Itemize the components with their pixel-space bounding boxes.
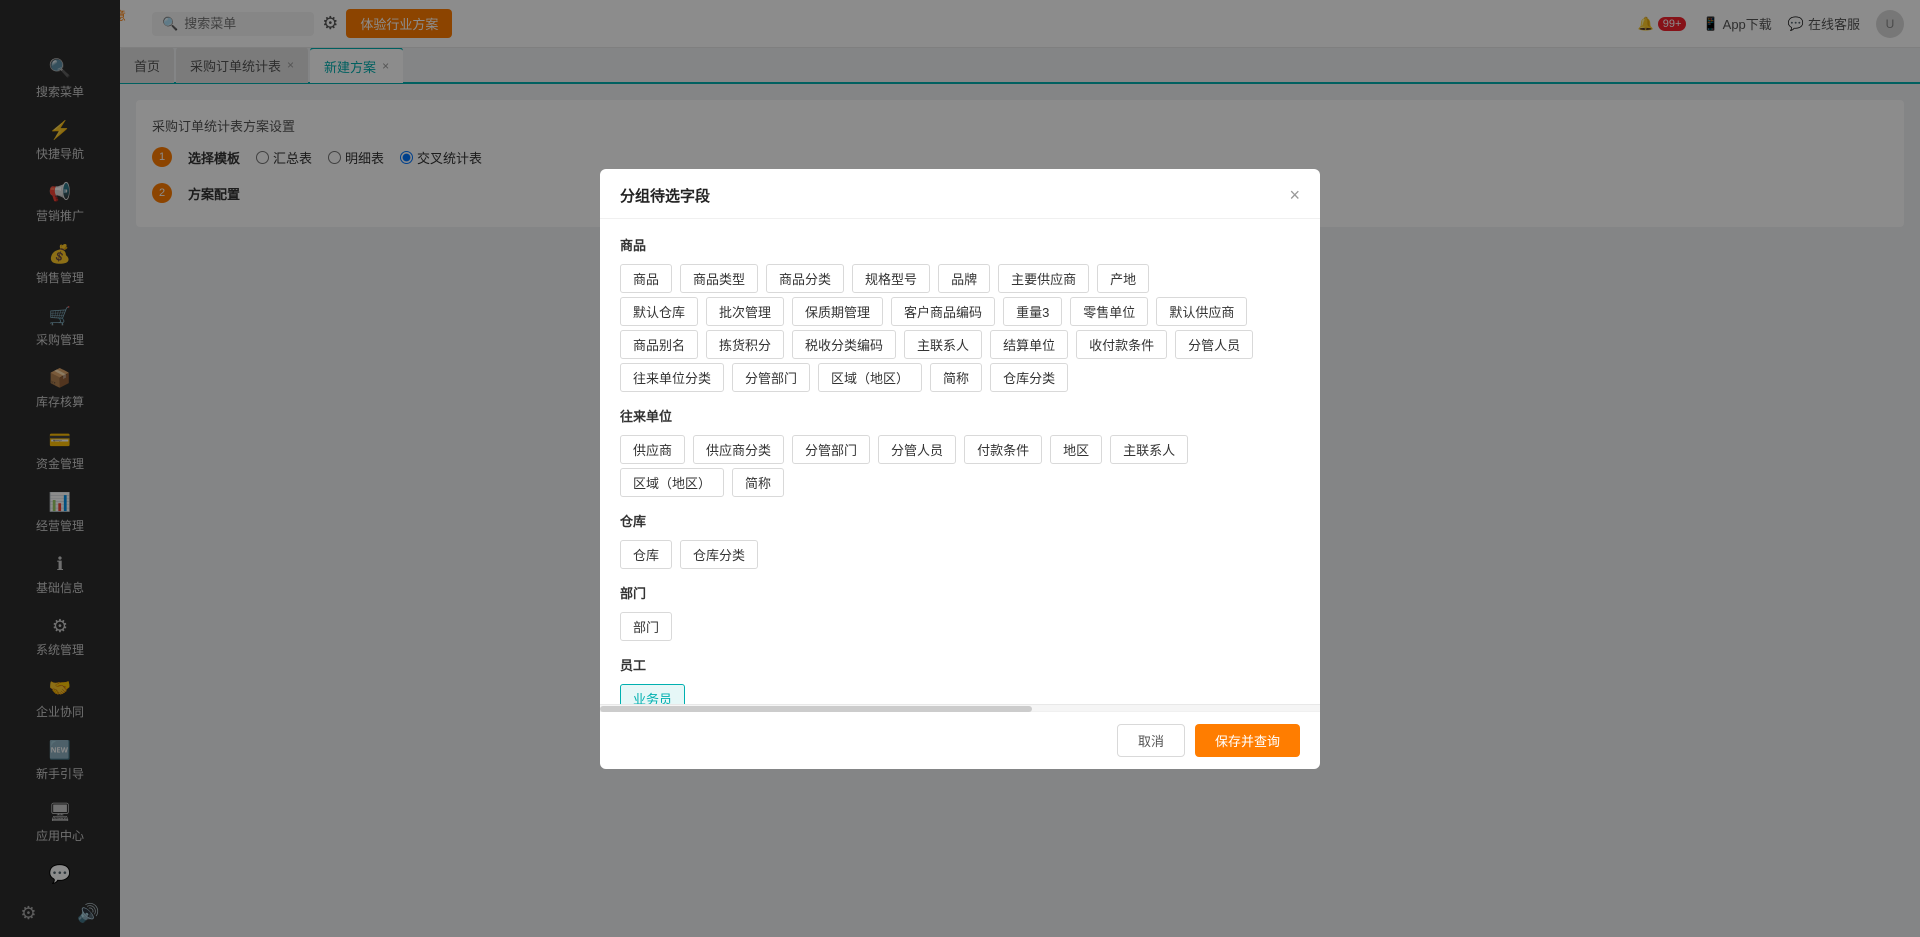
field-tag[interactable]: 商品别名 bbox=[620, 330, 698, 359]
field-grid-product: 商品 商品类型 商品分类 规格型号 品牌 主要供应商 产地 bbox=[620, 264, 1300, 293]
field-tag[interactable]: 主联系人 bbox=[904, 330, 982, 359]
field-tag[interactable]: 付款条件 bbox=[964, 435, 1042, 464]
dialog-title: 分组待选字段 bbox=[620, 185, 710, 206]
field-tag[interactable]: 商品分类 bbox=[766, 264, 844, 293]
field-tag[interactable]: 简称 bbox=[930, 363, 982, 392]
dialog-close-icon[interactable]: × bbox=[1289, 186, 1300, 204]
field-tag[interactable]: 保质期管理 bbox=[792, 297, 883, 326]
field-grid-warehouse: 仓库 仓库分类 bbox=[620, 540, 1300, 569]
field-tag-selected[interactable]: 业务员 bbox=[620, 684, 685, 705]
field-grid-staff: 业务员 bbox=[620, 684, 1300, 705]
field-tag[interactable]: 分管部门 bbox=[792, 435, 870, 464]
field-tag[interactable]: 部门 bbox=[620, 612, 672, 641]
section-title-staff: 员工 bbox=[620, 655, 1300, 674]
section-title-partner: 往来单位 bbox=[620, 406, 1300, 425]
field-tag[interactable]: 区域（地区） bbox=[818, 363, 922, 392]
field-tag[interactable]: 默认仓库 bbox=[620, 297, 698, 326]
field-tag[interactable]: 产地 bbox=[1097, 264, 1149, 293]
field-tag[interactable]: 客户商品编码 bbox=[891, 297, 995, 326]
field-tag[interactable]: 规格型号 bbox=[852, 264, 930, 293]
field-tag[interactable]: 分管部门 bbox=[732, 363, 810, 392]
field-grid-partner: 供应商 供应商分类 分管部门 分管人员 付款条件 地区 主联系人 bbox=[620, 435, 1300, 464]
modal-overlay: 分组待选字段 × 商品 商品 商品类型 商品分类 规格型号 品牌 主要供应商 产… bbox=[0, 0, 1920, 937]
field-tag[interactable]: 批次管理 bbox=[706, 297, 784, 326]
field-grid-product-3: 商品别名 拣货积分 税收分类编码 主联系人 结算单位 收付款条件 分管人员 bbox=[620, 330, 1300, 359]
dialog-hscroll-thumb bbox=[600, 706, 1032, 712]
field-tag[interactable]: 零售单位 bbox=[1070, 297, 1148, 326]
field-tag[interactable]: 区域（地区） bbox=[620, 468, 724, 497]
field-tag[interactable]: 仓库 bbox=[620, 540, 672, 569]
section-title-dept: 部门 bbox=[620, 583, 1300, 602]
field-tag[interactable]: 仓库分类 bbox=[680, 540, 758, 569]
field-tag[interactable]: 收付款条件 bbox=[1076, 330, 1167, 359]
field-grid-product-4: 往来单位分类 分管部门 区域（地区） 简称 仓库分类 bbox=[620, 363, 1300, 392]
field-tag[interactable]: 拣货积分 bbox=[706, 330, 784, 359]
section-title-warehouse: 仓库 bbox=[620, 511, 1300, 530]
field-grid-dept: 部门 bbox=[620, 612, 1300, 641]
field-tag[interactable]: 仓库分类 bbox=[990, 363, 1068, 392]
field-tag[interactable]: 分管人员 bbox=[1175, 330, 1253, 359]
field-tag[interactable]: 税收分类编码 bbox=[792, 330, 896, 359]
field-grid-product-2: 默认仓库 批次管理 保质期管理 客户商品编码 重量3 零售单位 默认供应商 bbox=[620, 297, 1300, 326]
field-tag[interactable]: 简称 bbox=[732, 468, 784, 497]
field-tag[interactable]: 供应商 bbox=[620, 435, 685, 464]
dialog-horizontal-scrollbar[interactable] bbox=[600, 704, 1320, 710]
field-tag[interactable]: 商品类型 bbox=[680, 264, 758, 293]
field-grid-partner-2: 区域（地区） 简称 bbox=[620, 468, 1300, 497]
field-tag[interactable]: 商品 bbox=[620, 264, 672, 293]
field-tag[interactable]: 主要供应商 bbox=[998, 264, 1089, 293]
dialog-header: 分组待选字段 × bbox=[600, 169, 1320, 219]
field-tag[interactable]: 品牌 bbox=[938, 264, 990, 293]
field-tag[interactable]: 供应商分类 bbox=[693, 435, 784, 464]
field-tag[interactable]: 主联系人 bbox=[1110, 435, 1188, 464]
field-tag[interactable]: 默认供应商 bbox=[1156, 297, 1247, 326]
cancel-button[interactable]: 取消 bbox=[1117, 724, 1185, 757]
field-tag[interactable]: 结算单位 bbox=[990, 330, 1068, 359]
section-title-product: 商品 bbox=[620, 235, 1300, 254]
field-tag[interactable]: 往来单位分类 bbox=[620, 363, 724, 392]
dialog-footer: 取消 保存并查询 bbox=[600, 711, 1320, 769]
field-tag[interactable]: 分管人员 bbox=[878, 435, 956, 464]
dialog-body[interactable]: 商品 商品 商品类型 商品分类 规格型号 品牌 主要供应商 产地 默认仓库 批次… bbox=[600, 219, 1320, 705]
confirm-button[interactable]: 保存并查询 bbox=[1195, 724, 1300, 757]
field-tag[interactable]: 重量3 bbox=[1003, 297, 1062, 326]
dialog: 分组待选字段 × 商品 商品 商品类型 商品分类 规格型号 品牌 主要供应商 产… bbox=[600, 169, 1320, 769]
field-tag[interactable]: 地区 bbox=[1050, 435, 1102, 464]
